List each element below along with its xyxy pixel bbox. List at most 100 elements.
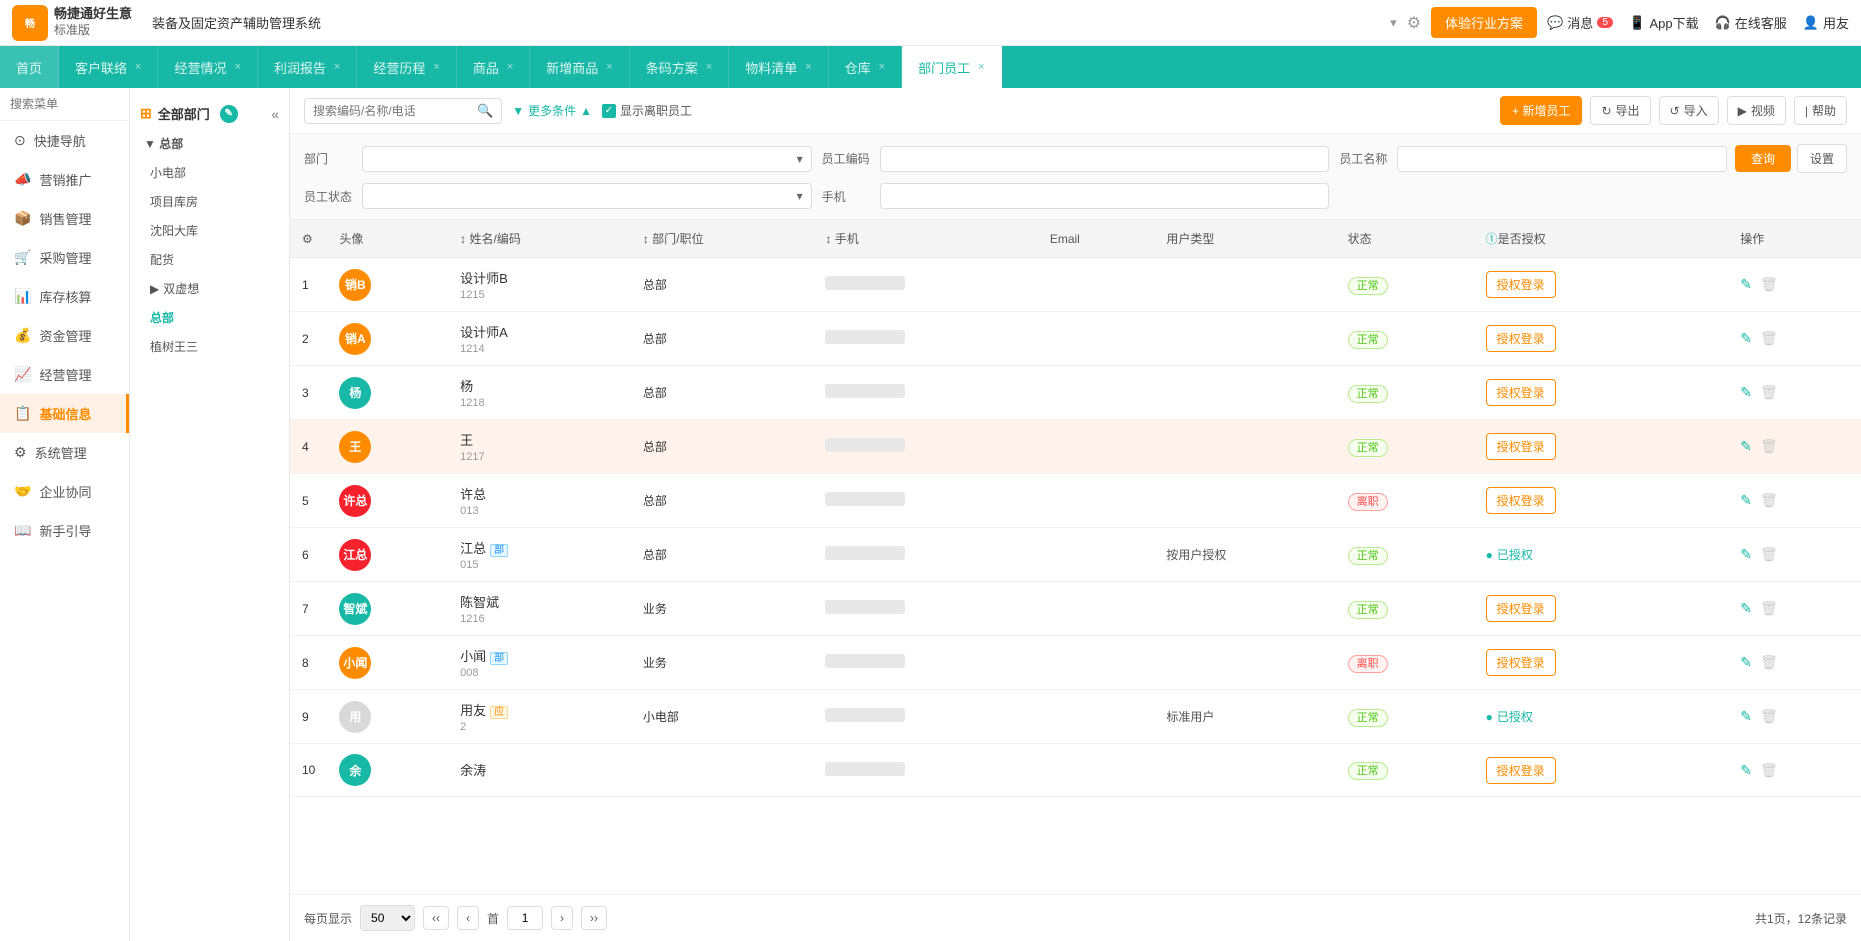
tab-operation[interactable]: 经营情况 × <box>158 46 257 88</box>
delete-button[interactable]: 🗑 <box>1760 276 1778 293</box>
message-icon-item[interactable]: 💬 消息 5 <box>1547 13 1613 32</box>
sidebar-item-marketing[interactable]: 📣 营销推广 <box>0 160 129 199</box>
edit-button[interactable]: ✎ <box>1740 330 1752 347</box>
dept-item-shenyang[interactable]: 沈阳大库 <box>130 216 289 245</box>
help-button[interactable]: | 帮助 <box>1794 96 1847 125</box>
tab-history[interactable]: 经营历程 × <box>357 46 456 88</box>
last-page-btn[interactable]: ›› <box>581 906 607 930</box>
filter-empname-input[interactable] <box>1397 146 1727 172</box>
dept-edit-btn[interactable]: ✎ <box>220 105 238 123</box>
edit-button[interactable]: ✎ <box>1740 492 1752 509</box>
close-icon[interactable]: × <box>334 61 340 73</box>
delete-button[interactable]: 🗑 <box>1760 762 1778 779</box>
delete-button[interactable]: 🗑 <box>1760 600 1778 617</box>
edit-button[interactable]: ✎ <box>1740 654 1752 671</box>
tab-goods[interactable]: 商品 × <box>457 46 530 88</box>
next-page-btn[interactable]: › <box>551 906 573 930</box>
auth-button[interactable]: 授权登录 <box>1486 487 1556 514</box>
close-icon[interactable]: × <box>135 61 141 73</box>
close-icon[interactable]: × <box>606 61 612 73</box>
filter-phone-input[interactable] <box>880 183 1330 209</box>
search-input[interactable] <box>313 104 473 118</box>
sidebar-item-guide[interactable]: 📖 新手引导 <box>0 511 129 550</box>
auth-button[interactable]: 授权登录 <box>1486 649 1556 676</box>
auth-button[interactable]: 授权登录 <box>1486 325 1556 352</box>
tab-warehouse[interactable]: 仓库 × <box>829 46 902 88</box>
tab-add-goods[interactable]: 新增商品 × <box>530 46 629 88</box>
auth-button[interactable]: 授权登录 <box>1486 379 1556 406</box>
tab-customer[interactable]: 客户联络 × <box>59 46 158 88</box>
edit-button[interactable]: ✎ <box>1740 276 1752 293</box>
filter-empcode-input[interactable] <box>880 146 1330 172</box>
sidebar-search-input[interactable] <box>10 97 130 111</box>
close-icon[interactable]: × <box>706 61 712 73</box>
delete-button[interactable]: 🗑 <box>1760 546 1778 563</box>
edit-button[interactable]: ✎ <box>1740 708 1752 725</box>
dept-item-project[interactable]: 项目库房 <box>130 187 289 216</box>
trial-button[interactable]: 体验行业方案 <box>1431 7 1537 38</box>
auth-button[interactable]: 授权登录 <box>1486 757 1556 784</box>
view-button[interactable]: ▶ 视频 <box>1727 96 1786 125</box>
dept-item-root[interactable]: ▼ 总部 <box>130 129 289 158</box>
filter-dept-select[interactable]: ▾ <box>362 146 812 172</box>
dept-item-peihuo[interactable]: 配货 <box>130 245 289 274</box>
delete-button[interactable]: 🗑 <box>1760 438 1778 455</box>
sidebar-item-inventory[interactable]: 📊 库存核算 <box>0 277 129 316</box>
col-dept[interactable]: ↕ 部门/职位 <box>631 220 814 258</box>
first-page-btn[interactable]: ‹‹ <box>423 906 449 930</box>
sidebar-item-sysmanage[interactable]: ⚙ 系统管理 <box>0 433 129 472</box>
delete-button[interactable]: 🗑 <box>1760 654 1778 671</box>
close-icon[interactable]: × <box>507 61 513 73</box>
dept-collapse-btn[interactable]: « <box>271 106 279 122</box>
col-name[interactable]: ↕ 姓名/编码 <box>448 220 631 258</box>
sidebar-item-collab[interactable]: 🤝 企业协同 <box>0 472 129 511</box>
dept-item-zhishu[interactable]: 植树王三 <box>130 332 289 361</box>
delete-button[interactable]: 🗑 <box>1760 384 1778 401</box>
show-resigned-toggle[interactable]: ✓ 显示离职员工 <box>602 102 692 119</box>
filter-status-select[interactable]: ▾ <box>362 183 812 209</box>
sidebar-item-finance[interactable]: 💰 资金管理 <box>0 316 129 355</box>
app-download-item[interactable]: 📱 App下载 <box>1629 13 1698 32</box>
sidebar-search-area[interactable]: 🔍 <box>0 88 129 121</box>
edit-button[interactable]: ✎ <box>1740 762 1752 779</box>
export-button[interactable]: ↻ 导出 <box>1590 96 1650 125</box>
search-input-area[interactable]: 🔍 <box>304 98 502 124</box>
auth-button[interactable]: 授权登录 <box>1486 595 1556 622</box>
delete-button[interactable]: 🗑 <box>1760 330 1778 347</box>
gear-icon[interactable]: ⚙ <box>1407 13 1421 33</box>
edit-button[interactable]: ✎ <box>1740 384 1752 401</box>
tab-profit[interactable]: 利润报告 × <box>258 46 357 88</box>
delete-button[interactable]: 🗑 <box>1760 492 1778 509</box>
edit-button[interactable]: ✎ <box>1740 600 1752 617</box>
support-item[interactable]: 🎧 在线客服 <box>1715 13 1787 32</box>
delete-button[interactable]: 🗑 <box>1760 708 1778 725</box>
settings-button[interactable]: 设置 <box>1797 144 1847 173</box>
tab-department[interactable]: 部门员工 × <box>902 46 1001 88</box>
edit-button[interactable]: ✎ <box>1740 546 1752 563</box>
close-icon[interactable]: × <box>805 61 811 73</box>
col-phone[interactable]: ↕ 手机 <box>813 220 1037 258</box>
import-button[interactable]: ↺ 导入 <box>1659 96 1719 125</box>
tab-barcode[interactable]: 条码方案 × <box>630 46 729 88</box>
close-icon[interactable]: × <box>978 61 984 73</box>
page-input[interactable] <box>507 906 543 930</box>
user-item[interactable]: 👤 用友 <box>1803 13 1849 32</box>
search-button[interactable]: 查询 <box>1735 145 1791 172</box>
close-icon[interactable]: × <box>433 61 439 73</box>
auth-button[interactable]: 授权登录 <box>1486 271 1556 298</box>
sidebar-item-purchase[interactable]: 🛒 采购管理 <box>0 238 129 277</box>
close-icon[interactable]: × <box>234 61 240 73</box>
dept-item-zongbu[interactable]: 总部 <box>130 303 289 332</box>
dept-item-shuangxu[interactable]: ▶ 双虚想 <box>130 274 289 303</box>
per-page-select[interactable]: 50 20 100 <box>360 905 415 931</box>
sidebar-item-baseinfo[interactable]: 📋 基础信息 <box>0 394 129 433</box>
sidebar-item-quicknav[interactable]: ⊙ 快捷导航 <box>0 121 129 160</box>
dept-item-xiaodian[interactable]: 小电部 <box>130 158 289 187</box>
more-filter-btn[interactable]: ▼ 更多条件 ▲ <box>512 102 592 119</box>
auth-button[interactable]: 授权登录 <box>1486 433 1556 460</box>
col-settings[interactable]: ⚙ <box>290 220 327 258</box>
close-icon[interactable]: × <box>879 61 885 73</box>
edit-button[interactable]: ✎ <box>1740 438 1752 455</box>
tab-bom[interactable]: 物料清单 × <box>729 46 828 88</box>
add-employee-button[interactable]: + 新增员工 <box>1500 96 1582 125</box>
